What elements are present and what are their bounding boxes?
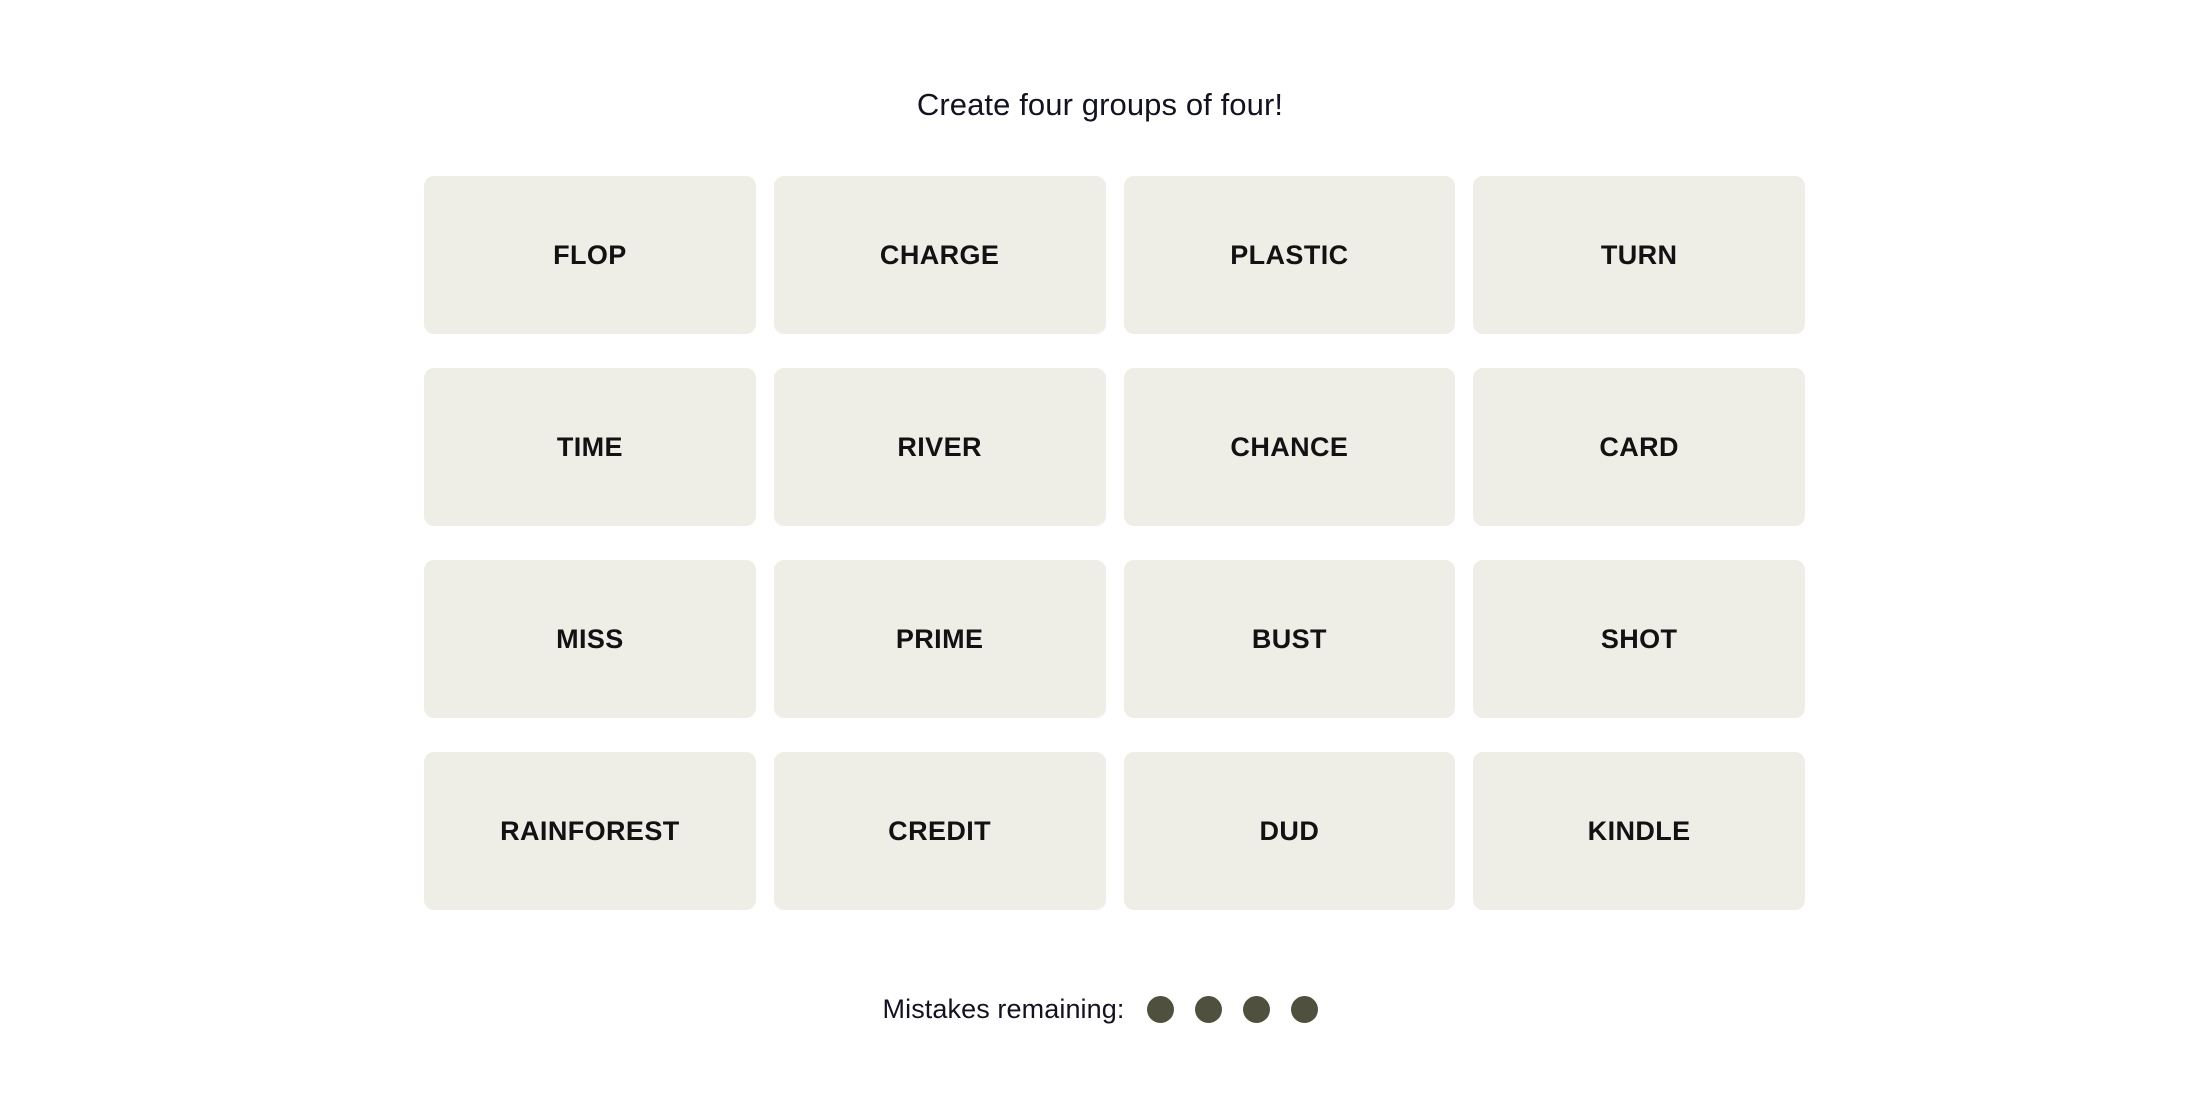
mistakes-remaining-bar: Mistakes remaining:	[0, 996, 2200, 1023]
word-tile-label: CREDIT	[888, 815, 992, 846]
word-tile-label: TURN	[1600, 239, 1678, 270]
mistakes-remaining-label: Mistakes remaining:	[882, 994, 1125, 1024]
word-tile-grid: FLOP CHARGE PLASTIC TURN TIME RIVER CHAN…	[424, 176, 1805, 910]
word-tile-label: RIVER	[897, 431, 982, 462]
word-tile[interactable]: FLOP	[424, 176, 756, 334]
word-tile[interactable]: TIME	[424, 368, 756, 526]
word-tile-label: PRIME	[895, 623, 984, 654]
word-tile-label: RAINFOREST	[500, 815, 680, 846]
word-tile[interactable]: CARD	[1473, 368, 1805, 526]
mistake-dot-icon	[1290, 996, 1318, 1023]
word-tile-label: CARD	[1599, 431, 1679, 462]
word-tile[interactable]: CHANCE	[1123, 368, 1456, 526]
word-tile-label: BUST	[1251, 623, 1327, 654]
word-tile-label: KINDLE	[1587, 815, 1691, 846]
mistake-dot-icon	[1194, 996, 1222, 1023]
mistake-dot-icon	[1146, 996, 1174, 1023]
word-tile-label: CHARGE	[879, 239, 1000, 270]
word-tile-label: CHANCE	[1230, 431, 1349, 462]
word-tile[interactable]: KINDLE	[1473, 752, 1805, 910]
page-title: Create four groups of four!	[916, 87, 1284, 122]
mistake-dot-icon	[1242, 996, 1270, 1023]
word-tile[interactable]: BUST	[1123, 560, 1456, 718]
word-tile[interactable]: RAINFOREST	[424, 752, 756, 910]
word-tile[interactable]: RIVER	[773, 368, 1106, 526]
word-tile-label: PLASTIC	[1230, 239, 1349, 270]
word-tile-label: TIME	[556, 431, 623, 462]
word-tile-label: DUD	[1259, 815, 1320, 846]
word-tile[interactable]: MISS	[424, 560, 756, 718]
word-tile-label: MISS	[556, 623, 624, 654]
connections-game: Create four groups of four! FLOP CHARGE …	[0, 0, 2200, 1100]
word-tile[interactable]: SHOT	[1473, 560, 1805, 718]
word-tile-label: FLOP	[553, 239, 627, 270]
word-tile[interactable]: CREDIT	[773, 752, 1106, 910]
word-tile[interactable]: TURN	[1473, 176, 1805, 334]
mistakes-dot-group	[1146, 996, 1318, 1023]
word-tile-label: SHOT	[1600, 623, 1678, 654]
word-tile[interactable]: PLASTIC	[1123, 176, 1456, 334]
word-tile[interactable]: DUD	[1123, 752, 1456, 910]
word-tile[interactable]: CHARGE	[773, 176, 1106, 334]
word-tile[interactable]: PRIME	[773, 560, 1106, 718]
